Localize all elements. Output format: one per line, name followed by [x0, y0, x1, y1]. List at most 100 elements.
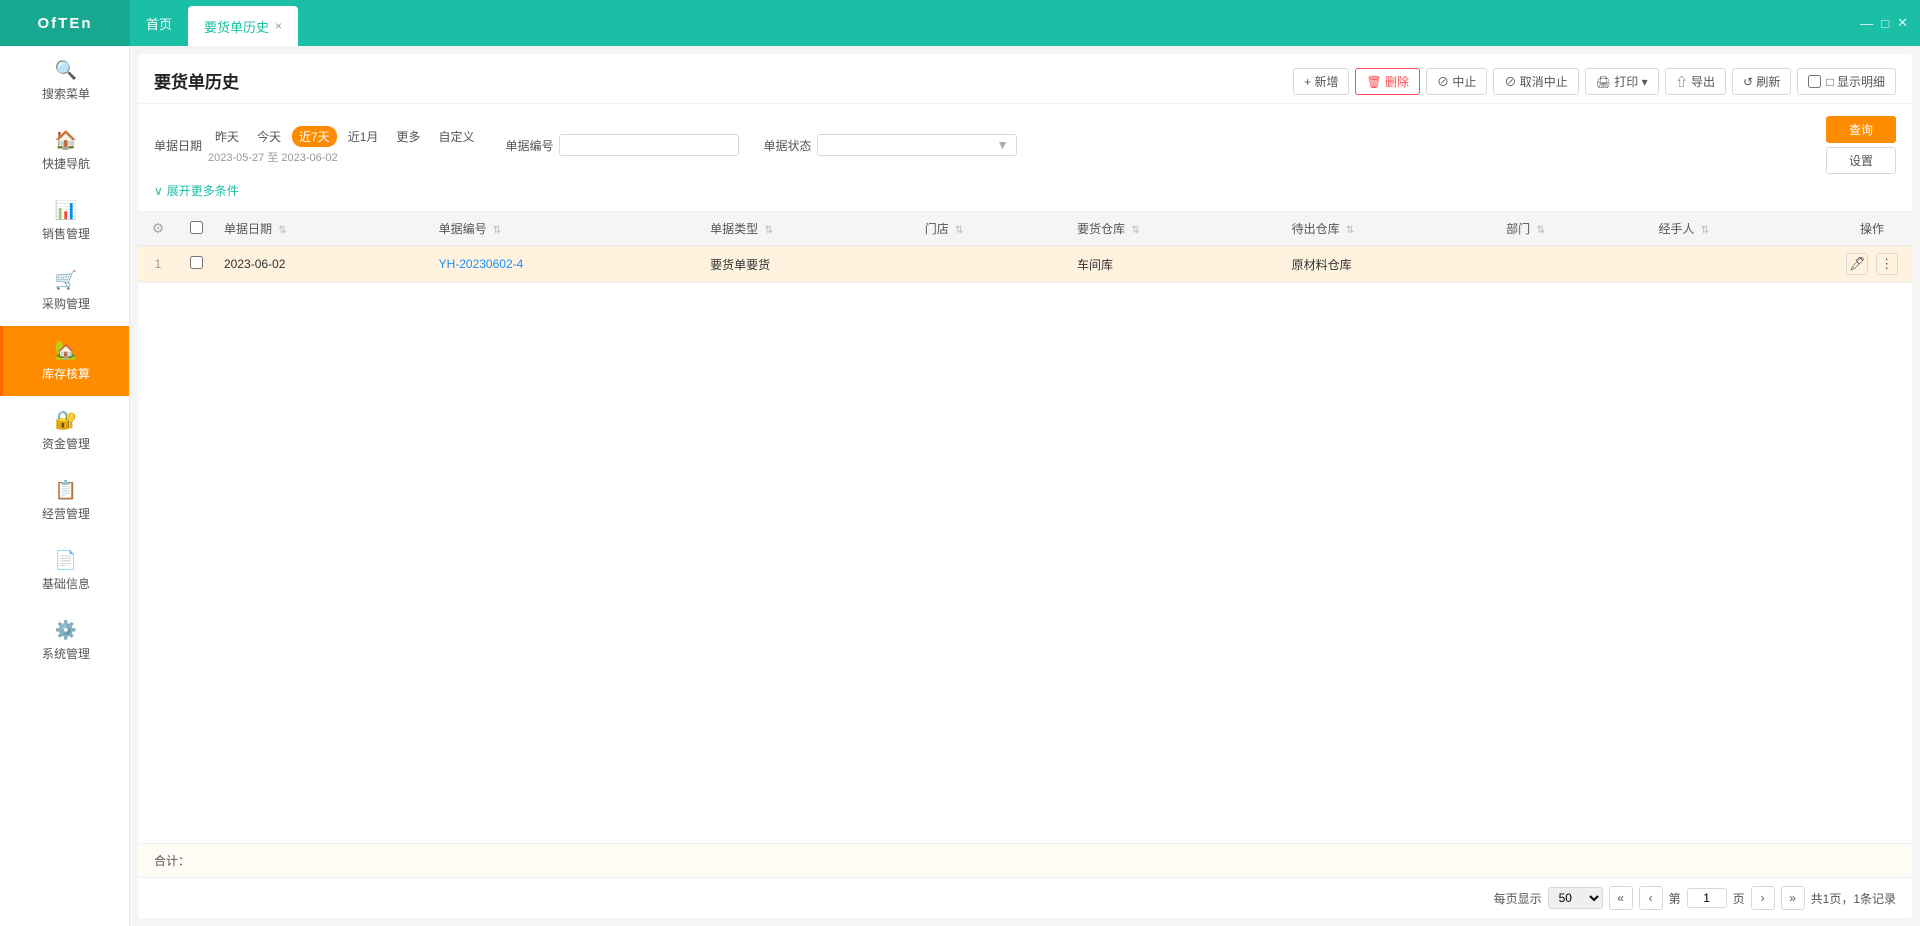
- sidebar-item-label: 采购管理: [42, 295, 90, 312]
- status-filter: 单据状态 ▼: [763, 134, 1017, 156]
- page-size-label: 每页显示: [1494, 890, 1542, 907]
- doc-no-label: 单据编号: [505, 137, 553, 154]
- document-icon: 📄: [55, 550, 77, 571]
- row-checkbox[interactable]: [190, 256, 203, 269]
- gear-settings-icon[interactable]: ⚙: [152, 220, 165, 236]
- date-btn-yesterday[interactable]: 昨天: [208, 126, 246, 147]
- page-content: 要货单历史 + 新增 🗑 删除 ⊘ 中止: [138, 54, 1912, 918]
- window-maximize-icon[interactable]: □: [1881, 16, 1889, 31]
- stop-button[interactable]: ⊘ 中止: [1426, 68, 1487, 95]
- cell-req-warehouse: 车间库: [1067, 246, 1282, 283]
- sidebar-item-operations[interactable]: 📋 经营管理: [0, 466, 129, 536]
- next-page-button[interactable]: ›: [1751, 886, 1775, 910]
- page-number-input[interactable]: [1687, 888, 1727, 908]
- delete-button[interactable]: 🗑 删除: [1355, 68, 1420, 95]
- toolbar: + 新增 🗑 删除 ⊘ 中止 ⊘ 取消中止: [1293, 68, 1896, 95]
- page-input-label: 第: [1669, 890, 1681, 907]
- first-page-button[interactable]: «: [1609, 886, 1633, 910]
- page-size-select[interactable]: 50 100 200: [1548, 887, 1603, 909]
- new-button[interactable]: + 新增: [1293, 68, 1349, 95]
- cancel-stop-button[interactable]: ⊘ 取消中止: [1493, 68, 1578, 95]
- settings-button[interactable]: 设置: [1826, 147, 1896, 174]
- sidebar-item-label: 销售管理: [42, 225, 90, 242]
- data-table: ⚙ 单据日期 ⇅ 单据编号: [138, 212, 1912, 283]
- doc-no-link[interactable]: YH-20230602-4: [439, 257, 524, 271]
- date-btn-1month[interactable]: 近1月: [341, 126, 386, 147]
- sort-icon: ⇅: [1701, 225, 1709, 236]
- doc-no-input[interactable]: [559, 134, 739, 156]
- row-edit-icon[interactable]: 🖊: [1846, 253, 1868, 275]
- filter-row: 单据日期 昨天 今天 近7天 近1月 更多 自定义 2: [154, 116, 1896, 174]
- sidebar-item-label: 快捷导航: [42, 155, 90, 172]
- cell-ops: 🖊 ⋮: [1832, 246, 1912, 283]
- date-btn-7days[interactable]: 近7天: [292, 126, 337, 147]
- table-body: 1 2023-06-02 YH-20230602-4 要货单要货: [138, 246, 1912, 283]
- chevron-down-icon: ∨: [154, 184, 163, 198]
- col-doc-no[interactable]: 单据编号 ⇅: [429, 212, 701, 246]
- search-icon: 🔍: [55, 60, 77, 81]
- cell-department: [1496, 246, 1648, 283]
- clipboard-icon: 📋: [55, 480, 77, 501]
- table-footer: 合计：: [138, 843, 1912, 877]
- lock-icon: 🔐: [55, 410, 77, 431]
- col-req-warehouse[interactable]: 要货仓库 ⇅: [1067, 212, 1282, 246]
- sidebar-item-sales[interactable]: 📊 销售管理: [0, 186, 129, 256]
- sidebar-item-basic-info[interactable]: 📄 基础信息: [0, 536, 129, 606]
- total-info: 共1页，1条记录: [1811, 890, 1896, 907]
- cell-doc-type: 要货单要货: [700, 246, 915, 283]
- status-select[interactable]: ▼: [817, 134, 1017, 156]
- query-button[interactable]: 查询: [1826, 116, 1896, 143]
- print-button[interactable]: 🖨 打印 ▾: [1585, 68, 1659, 95]
- date-btn-more[interactable]: 更多: [389, 126, 427, 147]
- show-detail-checkbox[interactable]: [1808, 75, 1821, 88]
- sort-icon: ⇅: [764, 225, 772, 236]
- table-row[interactable]: 1 2023-06-02 YH-20230602-4 要货单要货: [138, 246, 1912, 283]
- sidebar-item-label: 库存核算: [42, 365, 90, 382]
- window-close-icon[interactable]: ✕: [1897, 15, 1908, 31]
- tab-home[interactable]: 首页: [130, 0, 188, 46]
- chart-icon: 📊: [55, 200, 77, 221]
- date-shortcuts: 昨天 今天 近7天 近1月 更多 自定义 2023-05-27 至 2023-0…: [208, 126, 481, 165]
- export-button[interactable]: ⇧ 导出: [1665, 68, 1726, 95]
- sidebar-item-purchase[interactable]: 🛒 采购管理: [0, 256, 129, 326]
- prev-page-button[interactable]: ‹: [1639, 886, 1663, 910]
- sidebar-item-finance[interactable]: 🔐 资金管理: [0, 396, 129, 466]
- col-pending-warehouse[interactable]: 待出仓库 ⇅: [1282, 212, 1497, 246]
- main-area: 🔍 搜索菜单 🏠 快捷导航 📊 销售管理 🛒 采购管理 🏡 库存核算 🔐: [0, 46, 1920, 926]
- cell-doc-no: YH-20230602-4: [429, 246, 701, 283]
- col-store[interactable]: 门店 ⇅: [915, 212, 1067, 246]
- cart-icon: 🛒: [55, 270, 77, 291]
- sidebar-item-inventory[interactable]: 🏡 库存核算: [0, 326, 129, 396]
- sort-icon: ⇅: [1537, 225, 1545, 236]
- sidebar-item-label: 经营管理: [42, 505, 90, 522]
- col-doc-date[interactable]: 单据日期 ⇅: [214, 212, 429, 246]
- brand-name: OfTEn: [38, 15, 93, 32]
- col-doc-type[interactable]: 单据类型 ⇅: [700, 212, 915, 246]
- row-more-icon[interactable]: ⋮: [1876, 253, 1898, 275]
- refresh-button[interactable]: ↺ 刷新: [1732, 68, 1791, 95]
- sidebar-item-label: 资金管理: [42, 435, 90, 452]
- cell-pending-warehouse: 原材料仓库: [1282, 246, 1497, 283]
- tab-requisition-history[interactable]: 要货单历史 ×: [188, 6, 298, 46]
- top-bar-tabs: 首页 要货单历史 ×: [130, 0, 1860, 46]
- row-checkbox-cell: [178, 246, 214, 283]
- show-detail-button[interactable]: □ 显示明细: [1797, 68, 1896, 95]
- sidebar-item-search-menu[interactable]: 🔍 搜索菜单: [0, 46, 129, 116]
- sort-icon: ⇅: [955, 225, 963, 236]
- expand-more[interactable]: ∨ 展开更多条件: [154, 178, 1896, 203]
- date-label: 单据日期: [154, 137, 202, 154]
- page-title: 要货单历史: [154, 68, 239, 93]
- date-btn-today[interactable]: 今天: [250, 126, 288, 147]
- sidebar-item-system[interactable]: ⚙️ 系统管理: [0, 606, 129, 676]
- sidebar-item-label: 基础信息: [42, 575, 90, 592]
- table-header-row: ⚙ 单据日期 ⇅ 单据编号: [138, 212, 1912, 246]
- window-minimize-icon[interactable]: —: [1860, 16, 1873, 31]
- sidebar-item-quick-nav[interactable]: 🏠 快捷导航: [0, 116, 129, 186]
- sort-icon: ⇅: [278, 225, 286, 236]
- tab-close-icon[interactable]: ×: [275, 19, 282, 33]
- date-btn-custom[interactable]: 自定义: [431, 126, 481, 147]
- last-page-button[interactable]: »: [1781, 886, 1805, 910]
- select-all-checkbox[interactable]: [190, 221, 203, 234]
- col-department[interactable]: 部门 ⇅: [1496, 212, 1648, 246]
- col-handler[interactable]: 经手人 ⇅: [1648, 212, 1832, 246]
